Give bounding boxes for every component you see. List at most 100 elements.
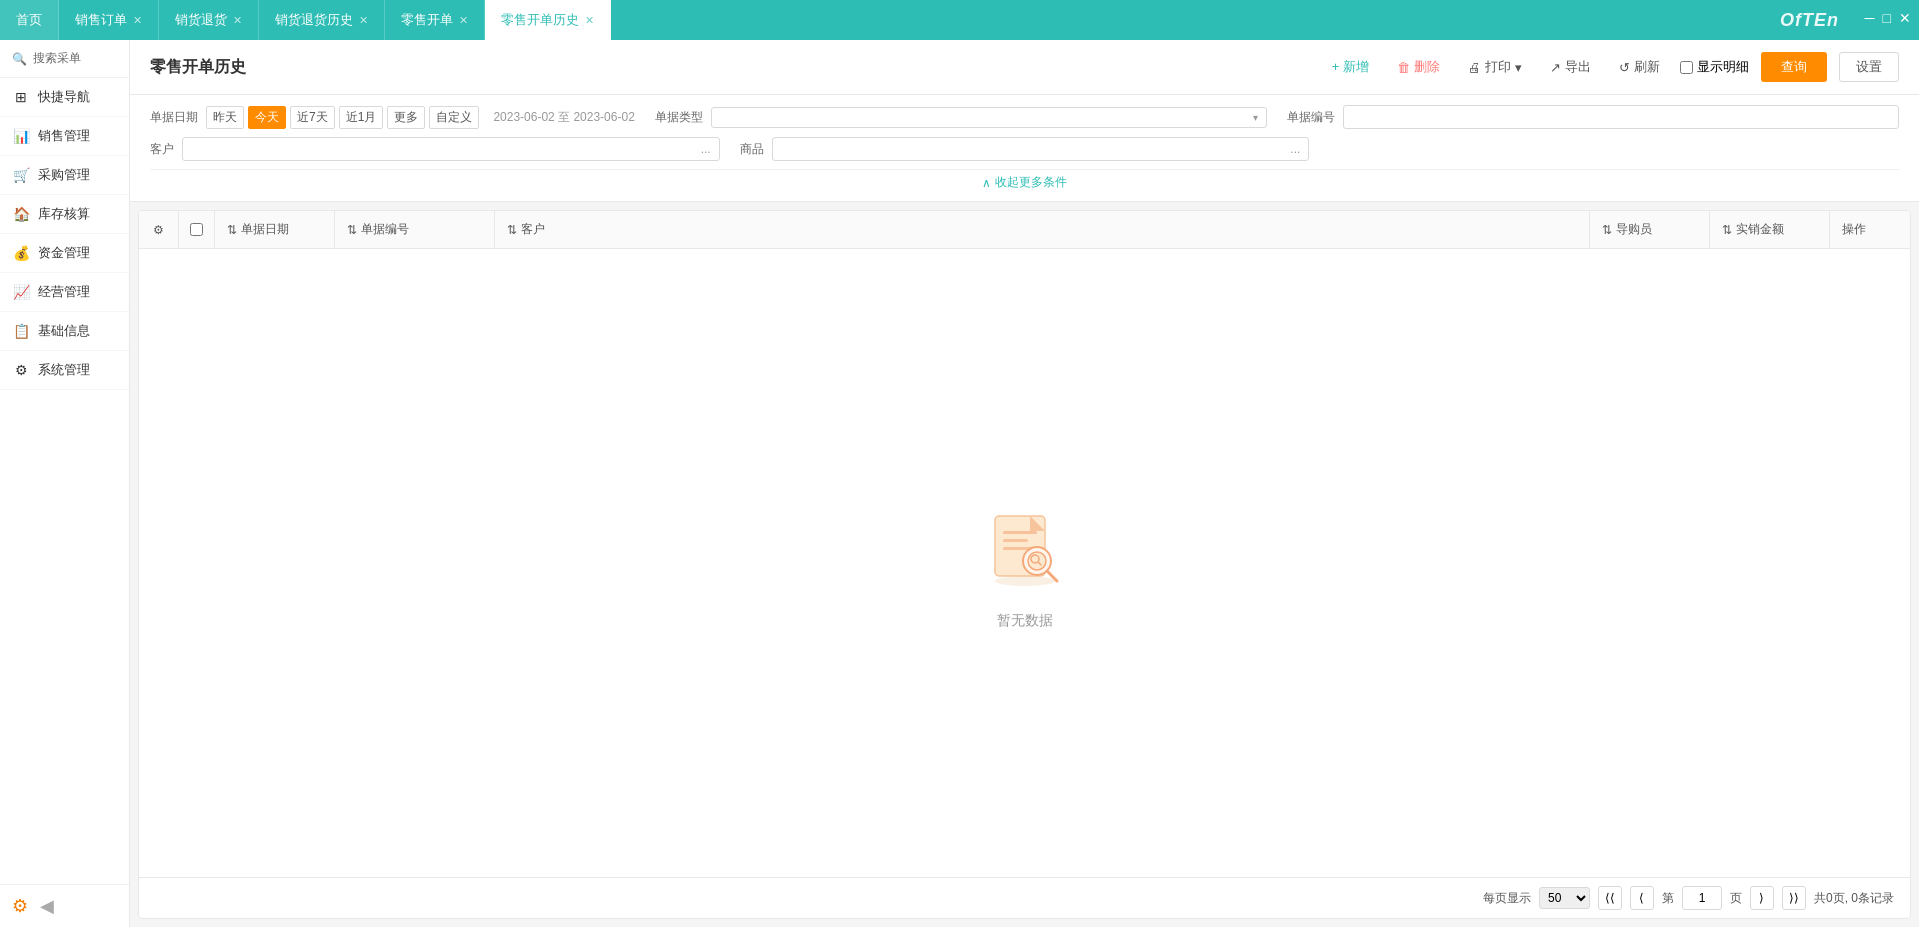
order-no-input[interactable] [1343, 105, 1899, 129]
display-detail-checkbox-group[interactable]: 显示明细 [1680, 58, 1749, 76]
date-btn-more[interactable]: 更多 [387, 106, 425, 129]
th-amount[interactable]: ⇅ 实销金额 [1710, 211, 1830, 248]
tab-sales-return[interactable]: 销货退货 ✕ [159, 0, 259, 40]
tab-sales-order-close[interactable]: ✕ [133, 14, 142, 27]
total-label: 共0页, 0条记录 [1814, 890, 1894, 907]
collapse-more-conditions[interactable]: ∧ 收起更多条件 [150, 169, 1899, 195]
add-button-label: + 新增 [1332, 58, 1369, 76]
first-page-button[interactable]: ⟨⟨ [1598, 886, 1622, 910]
tab-sales-return-history[interactable]: 销货退货历史 ✕ [259, 0, 385, 40]
goods-dots: ... [1290, 142, 1300, 156]
svg-rect-3 [1003, 539, 1028, 542]
print-button-label: 打印 [1485, 58, 1511, 76]
th-no[interactable]: ⇅ 单据编号 [335, 211, 495, 248]
display-detail-checkbox[interactable] [1680, 61, 1693, 74]
sidebar-item-system-mgmt[interactable]: ⚙ 系统管理 [0, 351, 129, 390]
export-button[interactable]: ↗ 导出 [1542, 54, 1599, 80]
th-guide[interactable]: ⇅ 导购员 [1590, 211, 1710, 248]
th-date-label: 单据日期 [241, 221, 289, 238]
per-page-select[interactable]: 50 10 20 100 [1539, 887, 1590, 909]
th-op-label: 操作 [1842, 221, 1866, 238]
svg-rect-2 [1003, 531, 1037, 534]
sidebar-item-inventory-label: 库存核算 [38, 205, 90, 223]
table-area: ⚙ ⇅ 单据日期 ⇅ 单据编号 ⇅ 客户 ⇅ [138, 210, 1911, 919]
th-customer[interactable]: ⇅ 客户 [495, 211, 1590, 248]
sidebar-item-finance-label: 资金管理 [38, 244, 90, 262]
order-type-filter-group: 单据类型 ▾ [655, 107, 1267, 128]
display-detail-label: 显示明细 [1697, 58, 1749, 76]
refresh-button[interactable]: ↺ 刷新 [1611, 54, 1668, 80]
tab-sales-return-close[interactable]: ✕ [233, 14, 242, 27]
th-checkbox[interactable] [179, 211, 215, 248]
svg-point-0 [995, 576, 1055, 586]
date-filter-label: 单据日期 [150, 109, 198, 126]
select-all-checkbox[interactable] [190, 223, 203, 236]
sidebar-collapse-icon[interactable]: ◀ [40, 895, 54, 917]
setting-button[interactable]: 设置 [1839, 52, 1899, 82]
customer-label: 客户 [150, 141, 174, 158]
th-date[interactable]: ⇅ 单据日期 [215, 211, 335, 248]
th-amount-label: 实销金额 [1736, 221, 1784, 238]
sidebar-item-sales-mgmt-label: 销售管理 [38, 127, 90, 145]
sidebar-item-inventory[interactable]: 🏠 库存核算 [0, 195, 129, 234]
pagination: 每页显示 50 10 20 100 ⟨⟨ ⟨ 第 页 ⟩ ⟩⟩ 共0页, 0条记… [139, 877, 1910, 918]
sidebar-item-sales-mgmt[interactable]: 📊 销售管理 [0, 117, 129, 156]
tab-retail-open-history[interactable]: 零售开单历史 ✕ [485, 0, 611, 40]
date-btn-yesterday[interactable]: 昨天 [206, 106, 244, 129]
date-btn-today[interactable]: 今天 [248, 106, 286, 129]
th-customer-sort-icon: ⇅ [507, 223, 517, 237]
date-buttons: 昨天 今天 近7天 近1月 更多 自定义 [206, 106, 479, 129]
sidebar-search-label: 搜索采单 [33, 50, 81, 67]
order-type-select[interactable]: ▾ [711, 107, 1267, 128]
order-no-label: 单据编号 [1287, 109, 1335, 126]
print-button[interactable]: 🖨 打印 ▾ [1460, 54, 1530, 80]
print-arrow-icon: ▾ [1515, 60, 1522, 75]
delete-button-label: 删除 [1414, 58, 1440, 76]
delete-button[interactable]: 🗑 删除 [1389, 54, 1448, 80]
tab-sales-return-label: 销货退货 [175, 11, 227, 29]
window-min-button[interactable]: ─ [1865, 10, 1875, 26]
operations-icon: 📈 [12, 284, 30, 300]
collapse-label: 收起更多条件 [995, 174, 1067, 191]
next-page-button[interactable]: ⟩ [1750, 886, 1774, 910]
filter-row-main: 单据日期 昨天 今天 近7天 近1月 更多 自定义 2023-06-02 至 2… [150, 105, 1899, 129]
print-icon: 🖨 [1468, 60, 1481, 75]
goods-select[interactable]: ... [772, 137, 1310, 161]
tab-sales-return-history-close[interactable]: ✕ [359, 14, 368, 27]
last-page-button[interactable]: ⟩⟩ [1782, 886, 1806, 910]
sales-mgmt-icon: 📊 [12, 128, 30, 144]
date-btn-custom[interactable]: 自定义 [429, 106, 479, 129]
order-no-filter-group: 单据编号 [1287, 105, 1899, 129]
empty-state: 暂无数据 [139, 249, 1910, 877]
customer-dots: ... [701, 142, 711, 156]
sidebar-settings-icon[interactable]: ⚙ [12, 895, 28, 917]
tab-home[interactable]: 首页 [0, 0, 59, 40]
sidebar-item-quick-nav[interactable]: ⊞ 快捷导航 [0, 78, 129, 117]
table-settings-icon[interactable]: ⚙ [153, 223, 164, 237]
sidebar-item-basic-info-label: 基础信息 [38, 322, 90, 340]
window-close-button[interactable]: ✕ [1899, 10, 1911, 26]
current-page-input[interactable] [1682, 886, 1722, 910]
tab-retail-open[interactable]: 零售开单 ✕ [385, 0, 485, 40]
query-button[interactable]: 查询 [1761, 52, 1827, 82]
sidebar-item-finance[interactable]: 💰 资金管理 [0, 234, 129, 273]
tab-sales-order[interactable]: 销售订单 ✕ [59, 0, 159, 40]
sidebar-search[interactable]: 🔍 搜索采单 [0, 40, 129, 78]
sidebar-item-basic-info[interactable]: 📋 基础信息 [0, 312, 129, 351]
date-btn-7days[interactable]: 近7天 [290, 106, 335, 129]
tab-retail-open-history-close[interactable]: ✕ [585, 14, 594, 27]
th-settings[interactable]: ⚙ [139, 211, 179, 248]
finance-icon: 💰 [12, 245, 30, 261]
top-tab-bar: 首页 销售订单 ✕ 销货退货 ✕ 销货退货历史 ✕ 零售开单 ✕ 零售开单历史 … [0, 0, 1919, 40]
prev-page-button[interactable]: ⟨ [1630, 886, 1654, 910]
th-customer-label: 客户 [521, 221, 545, 238]
window-max-button[interactable]: □ [1883, 10, 1891, 26]
tab-retail-open-close[interactable]: ✕ [459, 14, 468, 27]
add-button[interactable]: + 新增 [1324, 54, 1377, 80]
tab-retail-open-label: 零售开单 [401, 11, 453, 29]
date-btn-1month[interactable]: 近1月 [339, 106, 384, 129]
sidebar-item-purchase-mgmt[interactable]: 🛒 采购管理 [0, 156, 129, 195]
tab-sales-order-label: 销售订单 [75, 11, 127, 29]
customer-select[interactable]: ... [182, 137, 720, 161]
sidebar-item-operations[interactable]: 📈 经营管理 [0, 273, 129, 312]
